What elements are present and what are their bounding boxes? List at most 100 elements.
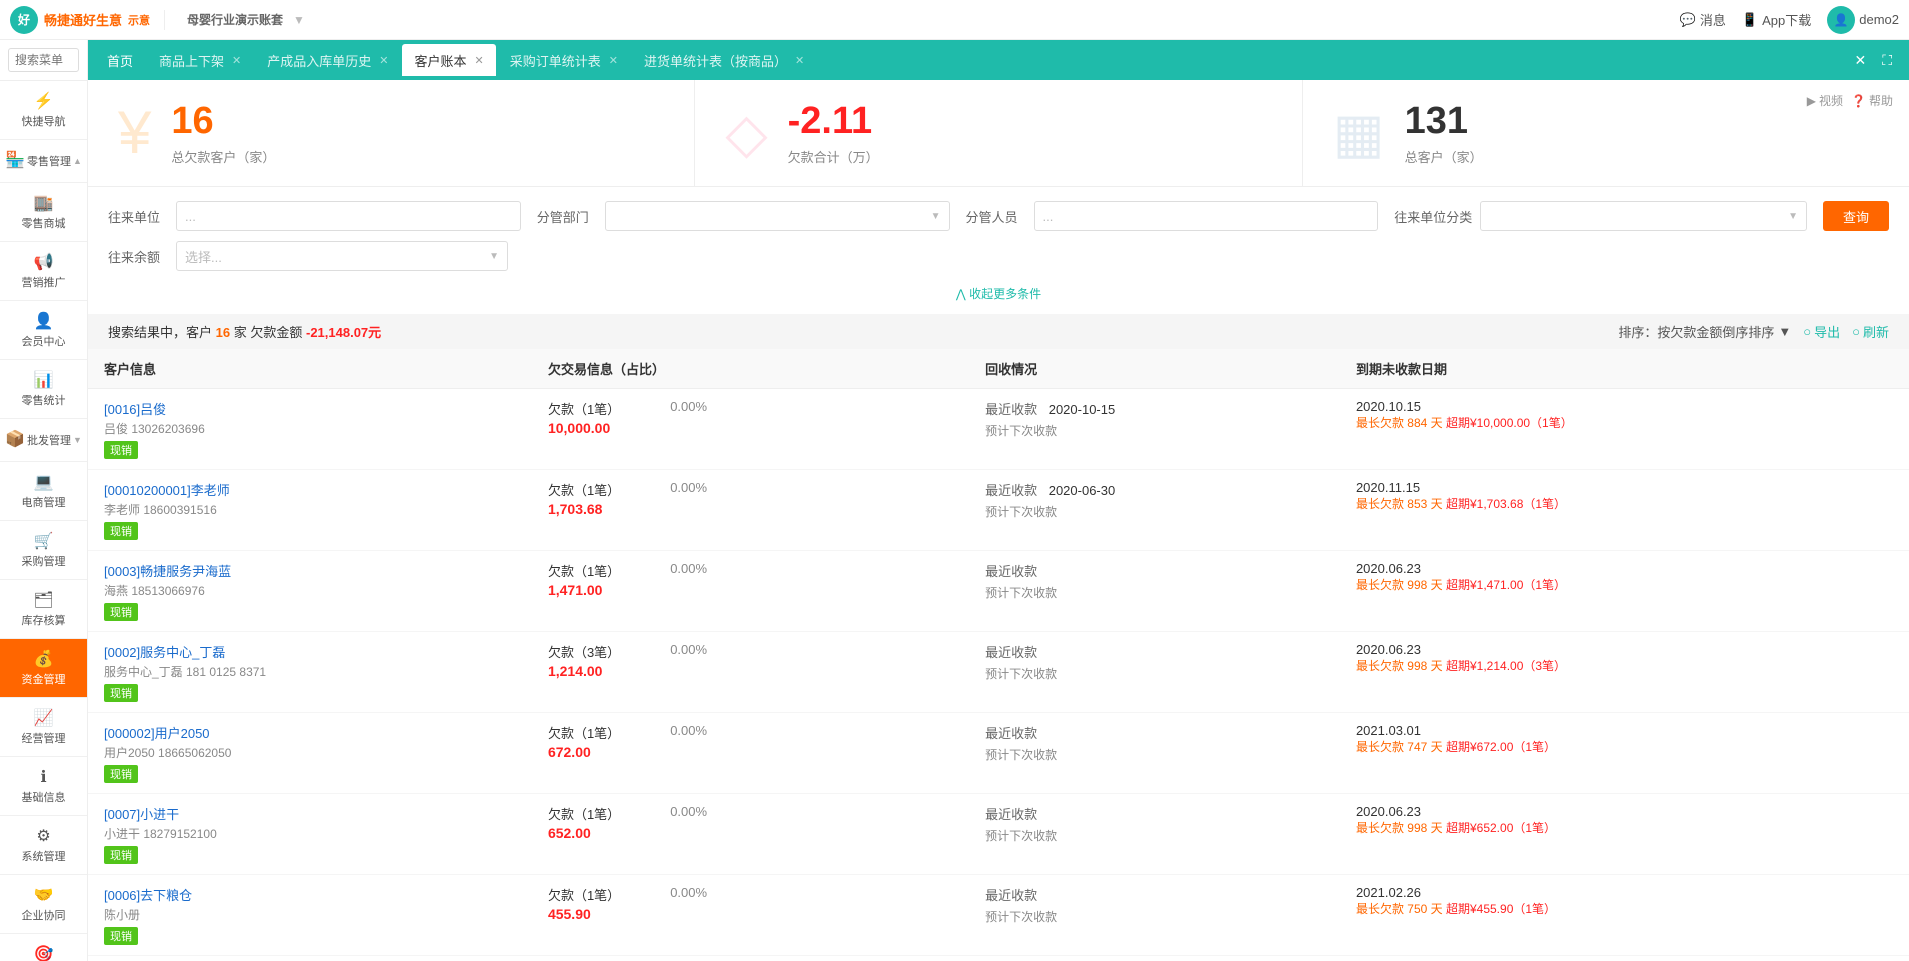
filter-balance: 往来余额 选择... ▼ [108, 241, 508, 271]
customer-name-0[interactable]: [0016]吕俊 [104, 399, 516, 418]
recent-payment-2: 最近收款 [985, 561, 1324, 580]
sidebar-search-area [0, 40, 87, 81]
table-row: [0002]服务中心_丁磊 服务中心_丁磊 181 0125 8371 现销 欠… [88, 632, 1909, 713]
debt-amount-1[interactable]: 1,703.68 [548, 501, 620, 517]
tab-products-close[interactable]: ✕ [232, 54, 241, 67]
table-row: [0007]小进干 小进干 18279152100 现销 欠款（1笔） 652.… [88, 794, 1909, 875]
next-payment-2: 预计下次收款 [985, 584, 1324, 601]
customer-name-4[interactable]: [000002]用户2050 [104, 723, 516, 742]
export-icon: ○ [1803, 324, 1811, 339]
filter-source-unit-label: 往来单位 [108, 207, 168, 226]
top-bar: 好 畅捷通好生意 示意 母婴行业演示账套 ▼ 💬 消息 📱 App下载 👤 de… [0, 0, 1909, 40]
debt-left-4: 欠款（1笔） 672.00 [548, 723, 620, 760]
sidebar-item-basic-info[interactable]: ℹ 基础信息 [0, 757, 87, 816]
sidebar-item-system[interactable]: ⚙ 系统管理 [0, 816, 87, 875]
tab-stock-close[interactable]: ✕ [795, 54, 804, 67]
results-customer-unit: 家 [234, 325, 247, 340]
filter-person-input[interactable]: ... [1034, 201, 1379, 231]
filter-dept-select[interactable]: ▼ [605, 201, 950, 231]
tab-maximize-btn[interactable]: ⛶ [1878, 50, 1896, 71]
sidebar-item-quick-nav[interactable]: ⚡ 快捷导航 [0, 81, 87, 140]
help-icon: ❓ [1851, 94, 1866, 108]
tab-purchase-label: 采购订单统计表 [510, 51, 601, 70]
user-area[interactable]: 👤 demo2 [1827, 6, 1899, 34]
stat-icon-diamond: ◇ [725, 106, 767, 161]
sidebar-item-batch-mgmt[interactable]: 📦 批发管理 ▼ [0, 419, 87, 462]
debt-amount-0[interactable]: 10,000.00 [548, 420, 620, 436]
retail-mgmt-arrow: ▲ [73, 156, 82, 166]
collapse-row[interactable]: ⋀ 收起更多条件 [108, 281, 1889, 306]
filter-source-unit-input[interactable]: ... [176, 201, 521, 231]
cell-recovery-4: 最近收款 预计下次收款 [969, 713, 1340, 794]
export-btn[interactable]: ○ 导出 [1803, 322, 1840, 341]
debt-amount-6[interactable]: 455.90 [548, 906, 620, 922]
tab-close-all-btn[interactable]: ✕ [1850, 50, 1870, 71]
filter-dept-label: 分管部门 [537, 207, 597, 226]
tab-production-close[interactable]: ✕ [379, 54, 388, 67]
sidebar-item-purchase[interactable]: 🛒 采购管理 [0, 521, 87, 580]
help-action-btn[interactable]: ❓ 帮助 [1851, 92, 1893, 109]
sidebar-item-inventory[interactable]: 🗂 库存核算 [0, 580, 87, 639]
tab-customer-account[interactable]: 客户账本 ✕ [402, 44, 495, 76]
overdue-link-1[interactable]: 超期¥1,703.68（1笔） [1446, 497, 1566, 511]
filter-unit-category-select[interactable]: ▼ [1480, 201, 1807, 231]
sidebar-item-member[interactable]: 👤 会员中心 [0, 301, 87, 360]
cell-customer-5: [0007]小进干 小进干 18279152100 现销 [88, 794, 532, 875]
overdue-link-4[interactable]: 超期¥672.00（1笔） [1446, 740, 1556, 754]
overdue-link-6[interactable]: 超期¥455.90（1笔） [1446, 902, 1556, 916]
refresh-label: 刷新 [1863, 322, 1889, 341]
sidebar-item-capital[interactable]: 💰 资金管理 [0, 639, 87, 698]
collapse-label: 收起更多条件 [969, 287, 1041, 301]
logo-area: 好 畅捷通好生意 示意 母婴行业演示账套 ▼ [10, 6, 305, 34]
message-btn[interactable]: 💬 消息 [1680, 10, 1726, 29]
debt-amount-4[interactable]: 672.00 [548, 744, 620, 760]
results-summary-prefix: 搜索结果中，客户 [108, 325, 212, 340]
app-download-btn[interactable]: 📱 App下载 [1742, 10, 1811, 29]
customer-name-6[interactable]: [0006]去下粮仓 [104, 885, 516, 904]
overdue-link-2[interactable]: 超期¥1,471.00（1笔） [1446, 578, 1566, 592]
sidebar-item-newbie[interactable]: 🎯 新手引导 [0, 934, 87, 961]
filter-balance-select[interactable]: 选择... ▼ [176, 241, 508, 271]
sidebar-item-business[interactable]: 📈 经营管理 [0, 698, 87, 757]
tab-purchase-order[interactable]: 采购订单统计表 ✕ [498, 44, 630, 76]
sidebar-item-marketing[interactable]: 📢 营销推广 [0, 242, 87, 301]
tab-customer-close[interactable]: ✕ [475, 54, 484, 67]
recent-payment-4: 最近收款 [985, 723, 1324, 742]
tab-production[interactable]: 产成品入库单历史 ✕ [255, 44, 400, 76]
company-dropdown-icon[interactable]: ▼ [293, 13, 305, 27]
debt-amount-2[interactable]: 1,471.00 [548, 582, 620, 598]
debt-amount-3[interactable]: 1,214.00 [548, 663, 620, 679]
debt-amount-5[interactable]: 652.00 [548, 825, 620, 841]
customer-name-5[interactable]: [0007]小进干 [104, 804, 516, 823]
stats-row: ¥ 16 总欠款客户（家） ◇ -2.11 欠款合计（万） [88, 80, 1909, 187]
cell-recovery-5: 最近收款 预计下次收款 [969, 794, 1340, 875]
tab-purchase-close[interactable]: ✕ [609, 54, 618, 67]
stat-icon-building: ▦ [1333, 106, 1385, 161]
sidebar-item-ecommerce[interactable]: 💻 电商管理 [0, 462, 87, 521]
purchase-label: 采购管理 [5, 553, 82, 569]
tab-products[interactable]: 商品上下架 ✕ [147, 44, 253, 76]
overdue-link-3[interactable]: 超期¥1,214.00（3笔） [1446, 659, 1566, 673]
marketing-icon: 📢 [5, 252, 82, 272]
refresh-btn[interactable]: ○ 刷新 [1852, 322, 1889, 341]
tab-home[interactable]: 首页 [93, 51, 147, 70]
query-button[interactable]: 查询 [1823, 201, 1889, 231]
app-sub: 示意 [128, 12, 150, 28]
sidebar-item-enterprise-coop[interactable]: 🤝 企业协同 [0, 875, 87, 934]
video-action-btn[interactable]: ▶ 视频 [1807, 92, 1843, 109]
customer-name-2[interactable]: [0003]畅捷服务尹海蓝 [104, 561, 516, 580]
sort-select[interactable]: 排序：按欠款金额倒序排序 ▼ [1618, 322, 1791, 341]
sidebar-search-input[interactable] [8, 48, 79, 72]
sidebar-item-retail-stats[interactable]: 📊 零售统计 [0, 360, 87, 419]
overdue-days-0: 最长欠款 884 天 [1356, 416, 1446, 430]
overdue-link-5[interactable]: 超期¥652.00（1笔） [1446, 821, 1556, 835]
customer-name-3[interactable]: [0002]服务中心_丁磊 [104, 642, 516, 661]
app-wrapper: 好 畅捷通好生意 示意 母婴行业演示账套 ▼ 💬 消息 📱 App下载 👤 de… [0, 0, 1909, 961]
tab-bar: 首页 商品上下架 ✕ 产成品入库单历史 ✕ 客户账本 ✕ 采购订单统计表 ✕ [88, 40, 1909, 80]
tab-stock-stats[interactable]: 进货单统计表（按商品） ✕ [632, 44, 816, 76]
sidebar-item-retail-mgmt[interactable]: 🏪 零售管理 ▲ [0, 140, 87, 183]
overdue-link-0[interactable]: 超期¥10,000.00（1笔） [1446, 416, 1573, 430]
customer-name-1[interactable]: [00010200001]李老师 [104, 480, 516, 499]
sidebar-item-retail-mall[interactable]: 🏬 零售商城 [0, 183, 87, 242]
debt-left-2: 欠款（1笔） 1,471.00 [548, 561, 620, 598]
